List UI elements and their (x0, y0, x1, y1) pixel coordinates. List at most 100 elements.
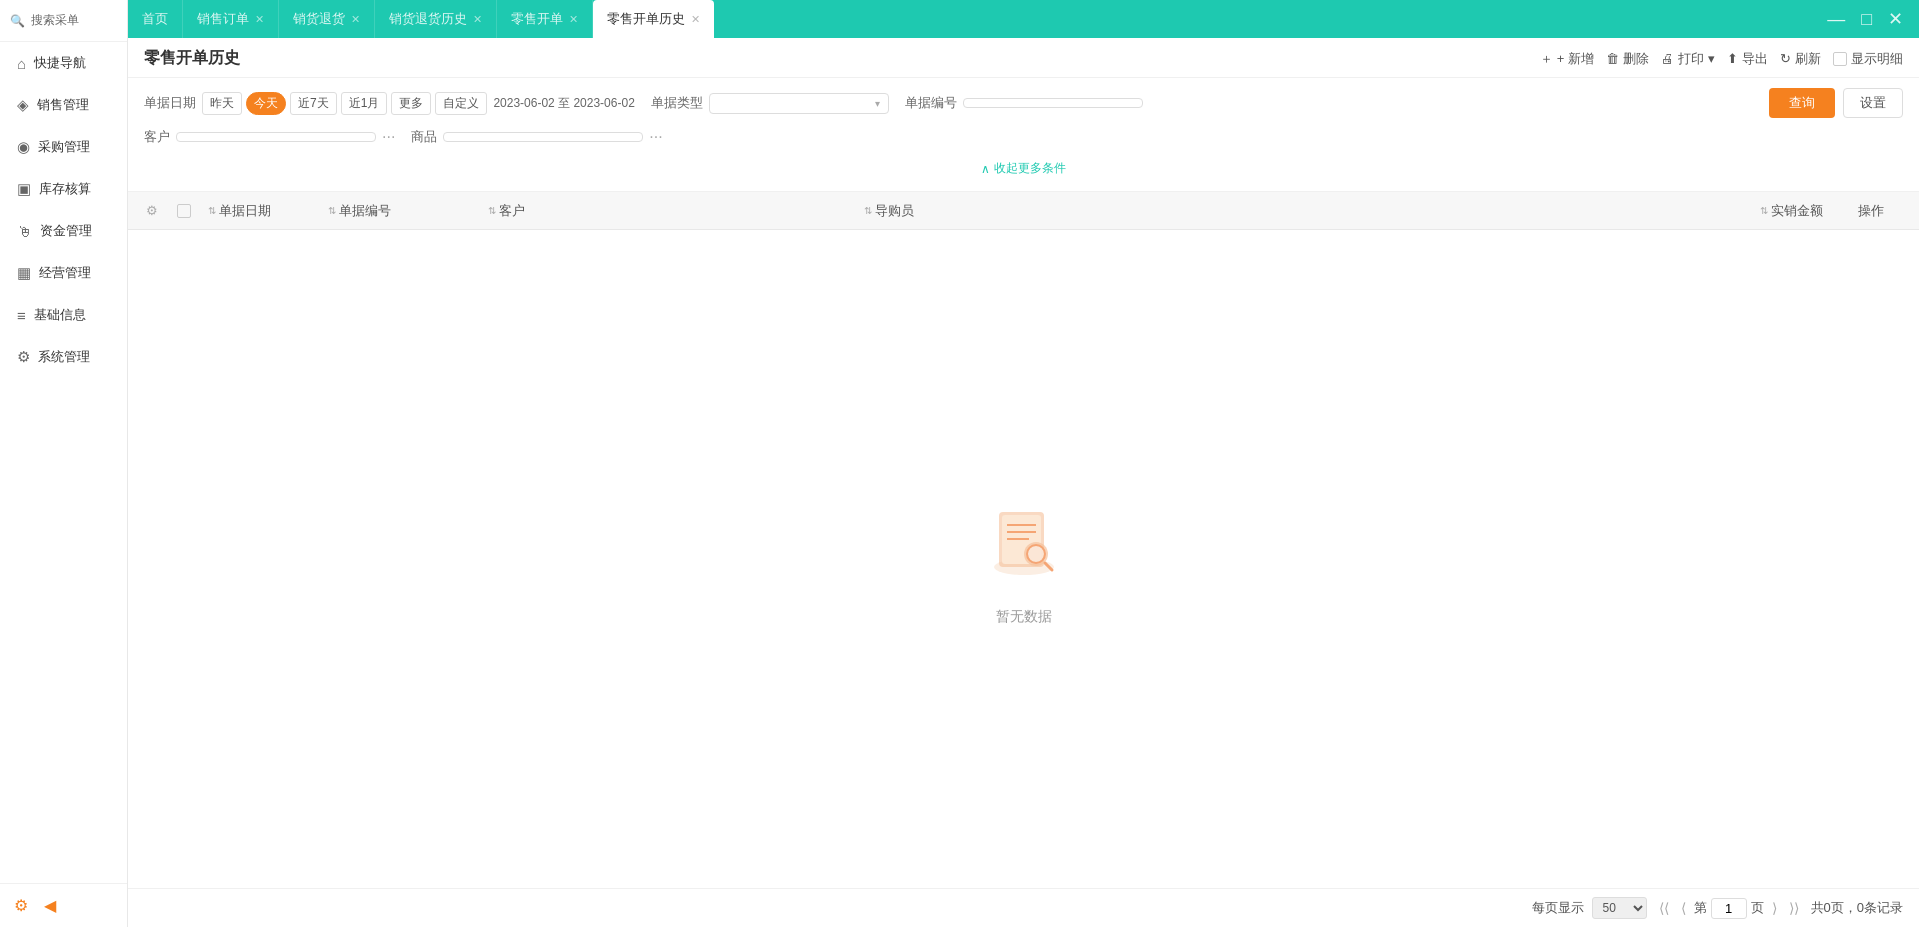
col-setting[interactable]: ⚙ (136, 203, 168, 218)
settings-button[interactable]: 设置 (1843, 88, 1903, 118)
date-btn-7days[interactable]: 近7天 (290, 92, 337, 115)
tab-sales-order-label: 销售订单 (197, 10, 249, 28)
tab-sales-return[interactable]: 销货退货 ✕ (279, 0, 375, 38)
tab-retail-open[interactable]: 零售开单 ✕ (497, 0, 593, 38)
refresh-icon: ↻ (1780, 51, 1791, 66)
product-input[interactable] (443, 132, 643, 142)
page-first-button[interactable]: ⟨⟨ (1655, 898, 1673, 918)
tab-retail-history-label: 零售开单历史 (607, 10, 685, 28)
col-salesperson-header: ⇅ 导购员 (856, 202, 976, 220)
purchase-icon: ◉ (17, 138, 30, 156)
refresh-label: 刷新 (1795, 50, 1821, 68)
tab-sales-return-close[interactable]: ✕ (351, 13, 360, 26)
tab-sales-order[interactable]: 销售订单 ✕ (183, 0, 279, 38)
product-filter: 商品 ··· (411, 128, 662, 146)
per-page-label: 每页显示 (1532, 899, 1584, 917)
window-close-icon[interactable]: ✕ (1882, 6, 1909, 32)
sidebar-item-label: 资金管理 (40, 222, 92, 240)
finance-icon: 🖰 (17, 223, 32, 240)
page-next-button[interactable]: ⟩ (1768, 898, 1781, 918)
home-icon: ⌂ (17, 55, 26, 72)
number-input[interactable] (963, 98, 1143, 108)
col-salesperson-label: 导购员 (875, 202, 914, 220)
print-dropdown-icon[interactable]: ▾ (1708, 51, 1715, 66)
tab-sales-return-history[interactable]: 销货退货历史 ✕ (375, 0, 497, 38)
page-prev-button[interactable]: ⟨ (1677, 898, 1690, 918)
header-actions: ＋ + 新增 🗑 删除 🖨 打印 ▾ ⬆ 导出 ↻ (1540, 50, 1903, 68)
sidebar-item-operation[interactable]: ▦ 经营管理 (0, 252, 127, 294)
sidebar-search[interactable]: 🔍 搜索采单 (0, 0, 127, 42)
customer-dots[interactable]: ··· (382, 128, 395, 146)
empty-text: 暂无数据 (996, 608, 1052, 626)
delete-button[interactable]: 🗑 删除 (1606, 50, 1649, 68)
collapse-up-icon: ∧ (981, 162, 990, 176)
sidebar-item-basic[interactable]: ≡ 基础信息 (0, 294, 127, 336)
print-label: 打印 (1678, 50, 1704, 68)
sidebar-item-quick-nav[interactable]: ⌂ 快捷导航 (0, 42, 127, 84)
date-range-display: 2023-06-02 至 2023-06-02 (493, 95, 634, 112)
sidebar-item-sales[interactable]: ◈ 销售管理 (0, 84, 127, 126)
tab-home[interactable]: 首页 (128, 0, 183, 38)
type-label: 单据类型 (651, 94, 703, 112)
check-all-checkbox[interactable] (177, 204, 191, 218)
tab-retail-history[interactable]: 零售开单历史 ✕ (593, 0, 714, 38)
total-info: 共0页，0条记录 (1811, 899, 1903, 917)
col-action-label: 操作 (1858, 202, 1884, 220)
window-restore-icon[interactable]: □ (1855, 7, 1878, 32)
refresh-button[interactable]: ↻ 刷新 (1780, 50, 1821, 68)
customer-input[interactable] (176, 132, 376, 142)
sort-amount-icon[interactable]: ⇅ (1760, 205, 1768, 216)
system-icon: ⚙ (17, 348, 30, 366)
sales-icon: ◈ (17, 96, 29, 114)
sort-salesperson-icon[interactable]: ⇅ (864, 205, 872, 216)
type-select[interactable]: ▾ (709, 93, 889, 114)
sidebar-item-label: 经营管理 (39, 264, 91, 282)
date-btn-today[interactable]: 今天 (246, 92, 286, 115)
show-detail-label: 显示明细 (1851, 50, 1903, 68)
detail-checkbox[interactable] (1833, 52, 1847, 66)
filter-row-2: 客户 ··· 商品 ··· (144, 128, 1903, 146)
sidebar-item-label: 基础信息 (34, 306, 86, 324)
sidebar-item-inventory[interactable]: ▣ 库存核算 (0, 168, 127, 210)
number-filter: 单据编号 (905, 94, 1143, 112)
empty-state: 暂无数据 (128, 230, 1919, 888)
show-detail-checkbox[interactable]: 显示明细 (1833, 50, 1903, 68)
sort-customer-icon[interactable]: ⇅ (488, 205, 496, 216)
print-button[interactable]: 🖨 打印 ▾ (1661, 50, 1715, 68)
query-button[interactable]: 查询 (1769, 88, 1835, 118)
date-btn-more[interactable]: 更多 (391, 92, 431, 115)
export-button[interactable]: ⬆ 导出 (1727, 50, 1768, 68)
sort-date-icon[interactable]: ⇅ (208, 205, 216, 216)
sidebar: 🔍 搜索采单 ⌂ 快捷导航 ◈ 销售管理 ◉ 采购管理 ▣ 库存核算 🖰 资金管… (0, 0, 128, 927)
date-btn-yesterday[interactable]: 昨天 (202, 92, 242, 115)
date-btn-custom[interactable]: 自定义 (435, 92, 487, 115)
product-label: 商品 (411, 128, 437, 146)
date-btn-1month[interactable]: 近1月 (341, 92, 388, 115)
tab-retail-open-close[interactable]: ✕ (569, 13, 578, 26)
col-check-all[interactable] (168, 204, 200, 218)
per-page-select[interactable]: 50 100 200 (1592, 897, 1647, 919)
page-label: 第 (1694, 899, 1707, 917)
sidebar-item-finance[interactable]: 🖰 资金管理 (0, 210, 127, 252)
settings-footer-icon[interactable]: ⚙ (14, 896, 28, 915)
date-filter: 单据日期 昨天 今天 近7天 近1月 更多 自定义 2023-06-02 至 2… (144, 92, 635, 115)
page-last-button[interactable]: ⟩⟩ (1785, 898, 1803, 918)
window-minimize-icon[interactable]: — (1821, 7, 1851, 32)
col-number-header: ⇅ 单据编号 (320, 202, 480, 220)
page-input[interactable]: 1 (1711, 898, 1747, 919)
svg-point-7 (1028, 546, 1044, 562)
col-customer-label: 客户 (499, 202, 525, 220)
sidebar-item-label: 库存核算 (39, 180, 91, 198)
tab-sales-order-close[interactable]: ✕ (255, 13, 264, 26)
sort-number-icon[interactable]: ⇅ (328, 205, 336, 216)
tab-sales-return-history-close[interactable]: ✕ (473, 13, 482, 26)
new-button[interactable]: ＋ + 新增 (1540, 50, 1594, 68)
sidebar-item-purchase[interactable]: ◉ 采购管理 (0, 126, 127, 168)
sidebar-item-label: 采购管理 (38, 138, 90, 156)
product-dots[interactable]: ··· (649, 128, 662, 146)
sidebar-item-system[interactable]: ⚙ 系统管理 (0, 336, 127, 378)
collapse-label: 收起更多条件 (994, 160, 1066, 177)
tab-retail-history-close[interactable]: ✕ (691, 13, 700, 26)
collapse-bar[interactable]: ∧ 收起更多条件 (144, 156, 1903, 181)
collapse-sidebar-icon[interactable]: ◀ (44, 896, 56, 915)
